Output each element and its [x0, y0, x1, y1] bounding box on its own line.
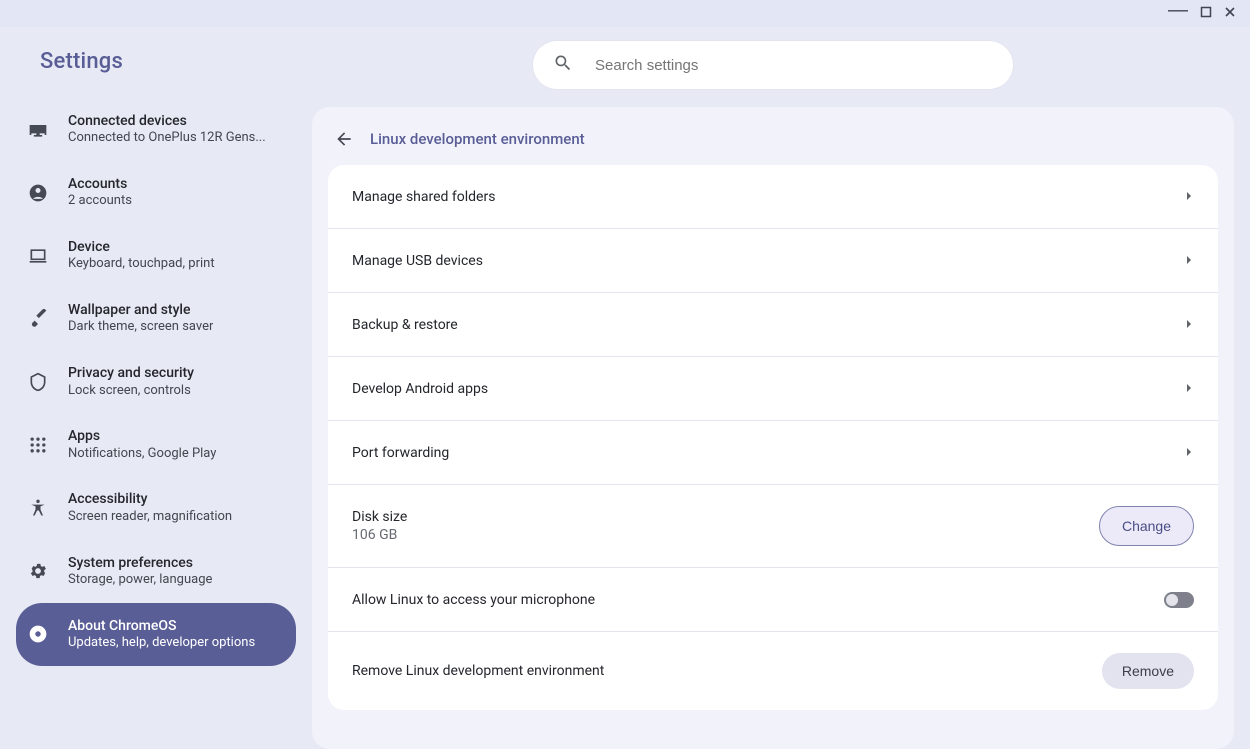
- row-mic-access: Allow Linux to access your microphone: [328, 568, 1218, 632]
- gear-icon: [28, 561, 48, 581]
- brush-icon: [28, 309, 48, 329]
- sidebar-item-sub: Updates, help, developer options: [68, 635, 255, 652]
- account-icon: [28, 183, 48, 203]
- sidebar-item-label: Apps: [68, 427, 216, 445]
- sidebar-item-label: Wallpaper and style: [68, 301, 213, 319]
- chevron-right-icon: [1184, 381, 1194, 397]
- sidebar-item-device[interactable]: Device Keyboard, touchpad, print: [16, 224, 296, 287]
- sidebar-item-sub: 2 accounts: [68, 193, 132, 210]
- sidebar-item-sub: Storage, power, language: [68, 572, 212, 589]
- row-backup-restore[interactable]: Backup & restore: [328, 293, 1218, 357]
- apps-grid-icon: [28, 435, 48, 455]
- sidebar-item-label: System preferences: [68, 554, 212, 572]
- sidebar-item-privacy[interactable]: Privacy and security Lock screen, contro…: [16, 350, 296, 413]
- search-input[interactable]: [593, 56, 993, 75]
- row-label: Manage shared folders: [352, 189, 495, 205]
- sidebar-item-system-preferences[interactable]: System preferences Storage, power, langu…: [16, 540, 296, 603]
- mic-access-toggle[interactable]: [1164, 592, 1194, 608]
- sidebar-item-sub: Dark theme, screen saver: [68, 319, 213, 336]
- window-maximize-icon[interactable]: [1200, 6, 1212, 21]
- row-shared-folders[interactable]: Manage shared folders: [328, 165, 1218, 229]
- row-label: Port forwarding: [352, 445, 449, 461]
- chrome-icon: [28, 624, 48, 644]
- row-label: Develop Android apps: [352, 381, 488, 397]
- search-box[interactable]: [533, 41, 1013, 89]
- chevron-right-icon: [1184, 317, 1194, 333]
- window-close-icon[interactable]: [1224, 6, 1236, 21]
- sidebar-item-connected-devices[interactable]: Connected devices Connected to OnePlus 1…: [16, 98, 296, 161]
- sidebar-item-wallpaper[interactable]: Wallpaper and style Dark theme, screen s…: [16, 287, 296, 350]
- sidebar-item-sub: Screen reader, magnification: [68, 509, 232, 526]
- row-remove-linux: Remove Linux development environment Rem…: [328, 632, 1218, 710]
- window-titlebar: —: [0, 0, 1250, 27]
- sidebar-item-label: About ChromeOS: [68, 617, 255, 635]
- row-label: Disk size: [352, 509, 407, 525]
- sidebar-item-sub: Connected to OnePlus 12R Gens...: [68, 130, 266, 147]
- sidebar-item-label: Accessibility: [68, 490, 232, 508]
- laptop-icon: [28, 246, 48, 266]
- chevron-right-icon: [1184, 253, 1194, 269]
- chevron-right-icon: [1184, 445, 1194, 461]
- change-disk-button[interactable]: Change: [1099, 506, 1194, 546]
- settings-card: Manage shared folders Manage USB devices…: [328, 165, 1218, 710]
- sidebar-item-about-chromeos[interactable]: About ChromeOS Updates, help, developer …: [16, 603, 296, 666]
- sidebar-item-label: Privacy and security: [68, 364, 194, 382]
- disk-size-value: 106 GB: [352, 527, 407, 543]
- panel-title: Linux development environment: [370, 130, 585, 148]
- search-icon: [553, 53, 573, 77]
- main-content: Linux development environment Manage sha…: [312, 27, 1250, 749]
- chevron-right-icon: [1184, 189, 1194, 205]
- sidebar-item-label: Connected devices: [68, 112, 266, 130]
- sidebar-item-sub: Keyboard, touchpad, print: [68, 256, 215, 273]
- row-label: Backup & restore: [352, 317, 458, 333]
- sidebar-item-apps[interactable]: Apps Notifications, Google Play: [16, 413, 296, 476]
- row-usb-devices[interactable]: Manage USB devices: [328, 229, 1218, 293]
- row-label: Remove Linux development environment: [352, 663, 604, 679]
- back-button[interactable]: [332, 127, 356, 151]
- row-android-apps[interactable]: Develop Android apps: [328, 357, 1218, 421]
- devices-icon: [28, 120, 48, 140]
- sidebar-item-accessibility[interactable]: Accessibility Screen reader, magnificati…: [16, 476, 296, 539]
- sidebar-item-accounts[interactable]: Accounts 2 accounts: [16, 161, 296, 224]
- arrow-left-icon: [334, 129, 354, 149]
- row-disk-size: Disk size 106 GB Change: [328, 485, 1218, 568]
- app-title: Settings: [40, 49, 296, 74]
- sidebar-item-sub: Notifications, Google Play: [68, 446, 216, 463]
- settings-panel: Linux development environment Manage sha…: [312, 107, 1234, 749]
- shield-icon: [28, 372, 48, 392]
- sidebar-item-sub: Lock screen, controls: [68, 383, 194, 400]
- accessibility-icon: [28, 498, 48, 518]
- sidebar-item-label: Device: [68, 238, 215, 256]
- row-label: Manage USB devices: [352, 253, 483, 269]
- row-label: Allow Linux to access your microphone: [352, 592, 595, 608]
- remove-linux-button[interactable]: Remove: [1102, 653, 1194, 689]
- row-port-forwarding[interactable]: Port forwarding: [328, 421, 1218, 485]
- sidebar: Settings Connected devices Connected to …: [0, 27, 312, 749]
- sidebar-item-label: Accounts: [68, 175, 132, 193]
